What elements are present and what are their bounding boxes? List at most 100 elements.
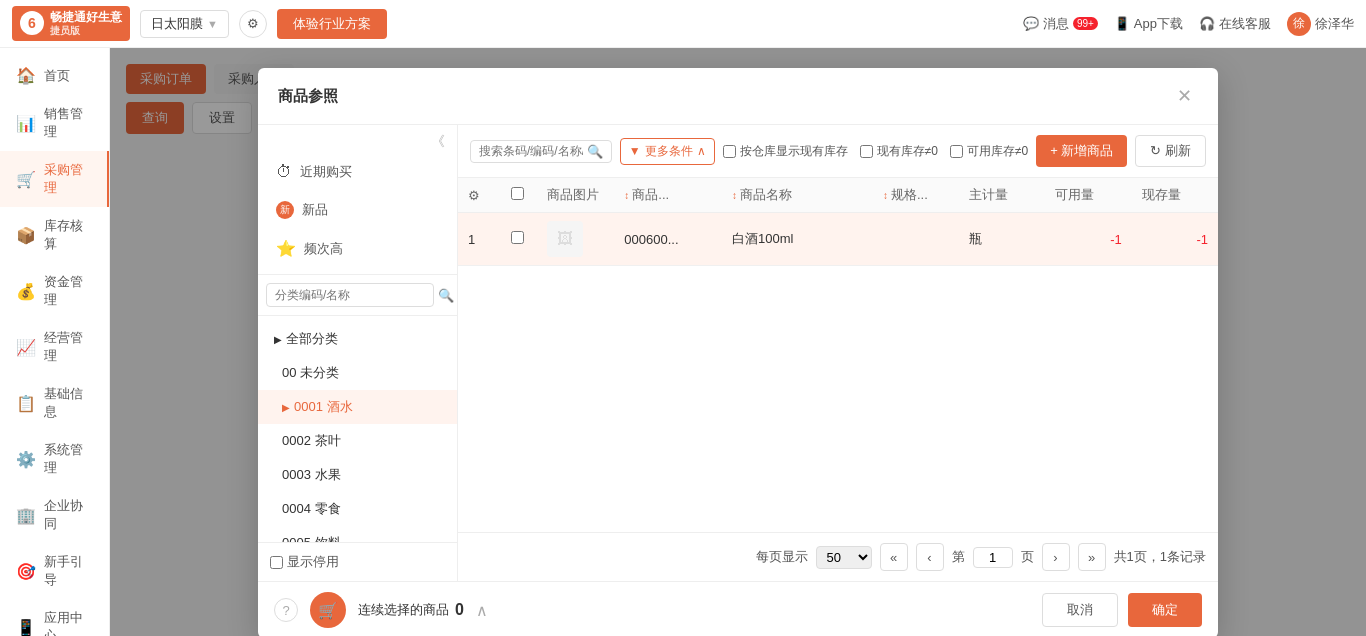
available-not0-cb[interactable]: 可用库存≠0 bbox=[950, 143, 1028, 160]
category-search-icon[interactable]: 🔍 bbox=[438, 288, 454, 303]
toolbar: 🔍 ▼ 更多条件 ∧ 按仓库显示现有库存 bbox=[458, 125, 1218, 178]
category-00[interactable]: 00 未分类 bbox=[258, 356, 457, 390]
dialog-close-btn[interactable]: ✕ bbox=[1170, 82, 1198, 110]
refresh-btn[interactable]: ↻ 刷新 bbox=[1135, 135, 1206, 167]
th-checkbox[interactable] bbox=[501, 178, 537, 213]
message-item[interactable]: 💬 消息 99+ bbox=[1023, 15, 1098, 33]
store-name: 日太阳膜 bbox=[151, 15, 203, 33]
sidebar-item-home[interactable]: 🏠 首页 bbox=[0, 56, 109, 95]
th-code[interactable]: ↕ 商品... bbox=[614, 178, 722, 213]
category-0003[interactable]: 0003 水果 bbox=[258, 458, 457, 492]
sidebar-item-company[interactable]: 🏢 企业协同 bbox=[0, 487, 109, 543]
sidebar-item-system[interactable]: ⚙️ 系统管理 bbox=[0, 431, 109, 487]
th-spec[interactable]: ↕ 规格... bbox=[873, 178, 959, 213]
page-next-btn[interactable]: › bbox=[1042, 543, 1070, 571]
quick-new[interactable]: 新 新品 bbox=[266, 193, 449, 227]
confirm-btn[interactable]: 确定 bbox=[1128, 593, 1202, 627]
cell-cb[interactable] bbox=[501, 213, 537, 266]
product-search-icon[interactable]: 🔍 bbox=[587, 144, 603, 159]
warehouse-cb-input[interactable] bbox=[723, 145, 736, 158]
dialog-footer: ? 🛒 连续选择的商品 0 ∧ 取消 确定 bbox=[258, 581, 1218, 636]
collapse-panel-btn[interactable]: 《 bbox=[266, 133, 449, 151]
sidebar-item-operation[interactable]: 📈 经营管理 bbox=[0, 319, 109, 375]
page-first-btn[interactable]: « bbox=[880, 543, 908, 571]
quick-recent[interactable]: ⏱ 近期购买 bbox=[266, 155, 449, 189]
category-all[interactable]: ▶ 全部分类 bbox=[258, 322, 457, 356]
product-search-input[interactable] bbox=[479, 144, 583, 158]
logo-text: 畅捷通好生意 捷员版 bbox=[50, 10, 122, 36]
stock-not0-cb[interactable]: 现有库存≠0 bbox=[860, 143, 938, 160]
cancel-btn[interactable]: 取消 bbox=[1042, 593, 1118, 627]
pagination: 每页显示 50 100 « ‹ 第 bbox=[458, 532, 1218, 581]
add-product-btn[interactable]: + 新增商品 bbox=[1036, 135, 1127, 167]
sidebar-item-finance[interactable]: 💰 资金管理 bbox=[0, 263, 109, 319]
dialog-header: 商品参照 ✕ bbox=[258, 68, 1218, 125]
sidebar-item-guide[interactable]: 🎯 新手引导 bbox=[0, 543, 109, 599]
page-after-label: 页 bbox=[1021, 548, 1034, 566]
sidebar-item-sales[interactable]: 📊 销售管理 bbox=[0, 95, 109, 151]
available-not0-input[interactable] bbox=[950, 145, 963, 158]
category-search-input[interactable] bbox=[266, 283, 434, 307]
app-download-item[interactable]: 📱 App下载 bbox=[1114, 15, 1183, 33]
selected-label: 连续选择的商品 bbox=[358, 601, 449, 619]
product-search-box[interactable]: 🔍 bbox=[470, 140, 612, 163]
sidebar: 🏠 首页 📊 销售管理 🛒 采购管理 📦 库存核算 💰 资金管理 📈 经营管理 … bbox=[0, 48, 110, 636]
stock-not0-input[interactable] bbox=[860, 145, 873, 158]
th-img: 商品图片 bbox=[537, 178, 615, 213]
selected-count: 0 bbox=[455, 601, 464, 619]
sidebar-item-app[interactable]: 📱 应用中心 bbox=[0, 599, 109, 636]
user-name: 徐泽华 bbox=[1315, 15, 1354, 33]
show-disabled-area: 显示停用 bbox=[258, 542, 457, 581]
cell-img: 🖼 bbox=[537, 213, 615, 266]
cart-btn[interactable]: 🛒 bbox=[310, 592, 346, 628]
quick-frequent[interactable]: ⭐ 频次高 bbox=[266, 231, 449, 266]
per-page-select[interactable]: 50 100 bbox=[816, 546, 872, 569]
support-item[interactable]: 🎧 在线客服 bbox=[1199, 15, 1271, 33]
th-available[interactable]: 可用量 bbox=[1045, 178, 1131, 213]
th-stock[interactable]: 现存量 bbox=[1132, 178, 1218, 213]
page-prev-btn[interactable]: ‹ bbox=[916, 543, 944, 571]
operation-icon: 📈 bbox=[16, 338, 36, 357]
warehouse-cb-label: 按仓库显示现有库存 bbox=[740, 143, 848, 160]
user-icon: 徐 bbox=[1287, 12, 1311, 36]
logo-name: 畅捷通好生意 bbox=[50, 10, 122, 24]
logo-sub: 捷员版 bbox=[50, 25, 122, 37]
sidebar-item-purchase[interactable]: 🛒 采购管理 bbox=[0, 151, 109, 207]
category-label-0001: 0001 酒水 bbox=[294, 398, 353, 416]
category-0002[interactable]: 0002 茶叶 bbox=[258, 424, 457, 458]
show-disabled-checkbox[interactable]: 显示停用 bbox=[270, 553, 339, 571]
row-checkbox[interactable] bbox=[511, 231, 524, 244]
th-name[interactable]: ↕ 商品名称 bbox=[722, 178, 873, 213]
show-disabled-input[interactable] bbox=[270, 556, 283, 569]
sidebar-item-inventory[interactable]: 📦 库存核算 bbox=[0, 207, 109, 263]
logo-icon: 6 bbox=[20, 11, 44, 35]
page-last-btn[interactable]: » bbox=[1078, 543, 1106, 571]
category-0001[interactable]: ▶ 0001 酒水 bbox=[258, 390, 457, 424]
settings-icon[interactable]: ⚙ bbox=[239, 10, 267, 38]
th-unit[interactable]: 主计量 bbox=[959, 178, 1045, 213]
product-img: 🖼 bbox=[547, 221, 583, 257]
sort-up-spec: ↕ bbox=[883, 190, 888, 201]
help-btn[interactable]: ? bbox=[274, 598, 298, 622]
dialog-body: 《 ⏱ 近期购买 新 新品 ⭐ bbox=[258, 125, 1218, 581]
basic-icon: 📋 bbox=[16, 394, 36, 413]
filter-icon: ▼ bbox=[629, 144, 641, 158]
footer-collapse-btn[interactable]: ∧ bbox=[476, 601, 488, 620]
table-row[interactable]: 1 🖼 bbox=[458, 213, 1218, 266]
dialog-overlay: 商品参照 ✕ 《 ⏱ 近期购买 bbox=[110, 48, 1366, 636]
th-code-label: 商品... bbox=[632, 186, 669, 204]
sidebar-item-basic[interactable]: 📋 基础信息 bbox=[0, 375, 109, 431]
available-value: -1 bbox=[1110, 232, 1122, 247]
select-all-checkbox[interactable] bbox=[511, 187, 524, 200]
purchase-icon: 🛒 bbox=[16, 170, 36, 189]
user-item[interactable]: 徐 徐泽华 bbox=[1287, 12, 1354, 36]
trial-btn[interactable]: 体验行业方案 bbox=[277, 9, 387, 39]
warehouse-cb[interactable]: 按仓库显示现有库存 bbox=[723, 143, 848, 160]
category-0005[interactable]: 0005 饮料 bbox=[258, 526, 457, 542]
store-selector[interactable]: 日太阳膜 ▼ bbox=[140, 10, 229, 38]
page-number-input[interactable] bbox=[973, 547, 1013, 568]
category-0004[interactable]: 0004 零食 bbox=[258, 492, 457, 526]
quick-frequent-label: 频次高 bbox=[304, 240, 343, 258]
more-filter-btn[interactable]: ▼ 更多条件 ∧ bbox=[620, 138, 715, 165]
th-settings[interactable]: ⚙ bbox=[458, 178, 501, 213]
